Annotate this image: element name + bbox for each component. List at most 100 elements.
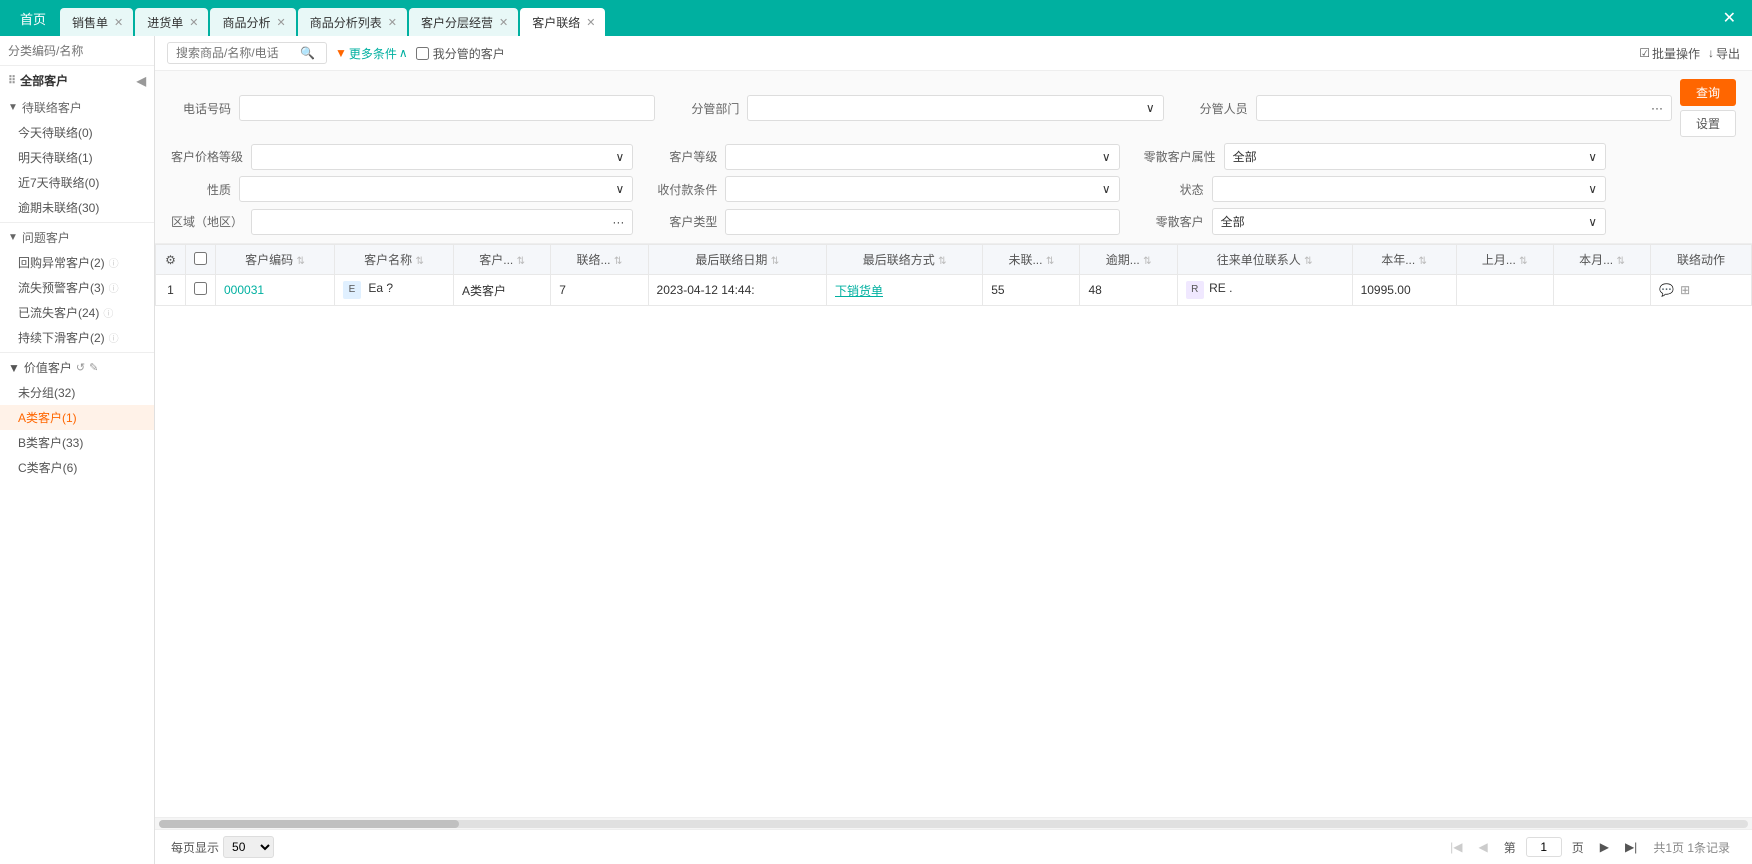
tab-analysis[interactable]: 商品分析 ✕	[210, 8, 295, 36]
last-method-link[interactable]: 下销货单	[835, 284, 883, 298]
tab-analysis-close[interactable]: ✕	[277, 16, 286, 29]
edit-icon[interactable]: ✎	[89, 361, 98, 374]
tab-analysis-list[interactable]: 商品分析列表 ✕	[298, 8, 407, 36]
sidebar-item-churn-warning[interactable]: 流失预警客户(3) ⓘ	[0, 275, 154, 300]
sidebar-item-overdue[interactable]: 逾期未联络(30)	[0, 195, 154, 220]
tab-purchase-close[interactable]: ✕	[189, 16, 198, 29]
select-all-checkbox[interactable]	[194, 252, 207, 265]
col-last-method[interactable]: 最后联络方式 ⇅	[827, 245, 983, 275]
tab-sales-close[interactable]: ✕	[114, 16, 123, 29]
export-label: 导出	[1716, 45, 1740, 62]
col-last-month[interactable]: 上月... ⇅	[1456, 245, 1553, 275]
tab-customer-seg-close[interactable]: ✕	[499, 16, 508, 29]
grid-icon[interactable]: ⊞	[1680, 283, 1690, 297]
page-number-input[interactable]	[1526, 837, 1562, 857]
sidebar-item-declining[interactable]: 持续下滑客户(2) ⓘ	[0, 325, 154, 350]
sort-icon-lm: ⇅	[1519, 256, 1527, 267]
row-check[interactable]	[186, 275, 216, 306]
sidebar-item-7days[interactable]: 近7天待联络(0)	[0, 170, 154, 195]
sidebar-all-customers[interactable]: ⠿ 全部客户 ◀	[0, 66, 154, 95]
sidebar-item-c-class[interactable]: C类客户(6)	[0, 455, 154, 480]
sidebar-item-b-class[interactable]: B类客户(33)	[0, 430, 154, 455]
scrollbar-track[interactable]	[159, 820, 1748, 828]
row-code[interactable]: 000031	[216, 275, 335, 306]
retail-attr-select[interactable]: 全部 ∨	[1224, 143, 1606, 170]
price-level-select[interactable]: ∨	[251, 144, 633, 170]
batch-op-button[interactable]: ☑ 批量操作	[1639, 45, 1700, 62]
filter-dept: 分管部门 ∨	[679, 95, 1163, 121]
first-page-btn[interactable]: |◀	[1444, 838, 1468, 856]
tab-customer-seg[interactable]: 客户分层经营 ✕	[409, 8, 518, 36]
payment-select[interactable]: ∨	[725, 176, 1119, 202]
sidebar-item-repurchase-abnormal[interactable]: 回购异常客户(2) ⓘ	[0, 250, 154, 275]
customer-level-select[interactable]: ∨	[725, 144, 1119, 170]
query-button[interactable]: 查询	[1680, 79, 1736, 106]
home-tab[interactable]: 首页	[8, 9, 58, 28]
page-size-label: 每页显示	[171, 839, 219, 856]
customer-type-input[interactable]	[725, 209, 1119, 235]
col-contact[interactable]: 联络... ⇅	[551, 245, 648, 275]
sidebar-group-problem[interactable]: ▼ 问题客户	[0, 225, 154, 250]
my-customers-check[interactable]	[416, 47, 429, 60]
col-no-contact[interactable]: 未联... ⇅	[983, 245, 1080, 275]
customer-level-label: 客户等级	[657, 148, 717, 165]
filter-more-btn[interactable]: ▼ 更多条件 ∧	[335, 45, 408, 62]
phone-input[interactable]	[239, 95, 655, 121]
col-year[interactable]: 本年... ⇅	[1352, 245, 1456, 275]
manager-label: 分管人员	[1188, 100, 1248, 117]
col-gear[interactable]: ⚙	[156, 245, 186, 275]
refresh-icon[interactable]: ↺	[76, 361, 85, 374]
row-last-method[interactable]: 下销货单	[827, 275, 983, 306]
table-area: ⚙ 客户编码 ⇅ 客户名称 ⇅ 客户... ⇅ 联络... ⇅ 最后联络日期 ⇅…	[155, 244, 1752, 817]
last-page-btn[interactable]: ▶|	[1619, 838, 1643, 856]
filter-search-input[interactable]	[176, 46, 296, 60]
col-action: 联络动作	[1651, 245, 1752, 275]
setting-button[interactable]: 设置	[1680, 110, 1736, 137]
col-overdue[interactable]: 逾期... ⇅	[1080, 245, 1177, 275]
horizontal-scrollbar[interactable]	[155, 817, 1752, 829]
sidebar-item-tomorrow[interactable]: 明天待联络(1)	[0, 145, 154, 170]
col-last-date[interactable]: 最后联络日期 ⇅	[648, 245, 826, 275]
sidebar-item-ungraded[interactable]: 未分组(32)	[0, 380, 154, 405]
region-select[interactable]: ···	[251, 209, 633, 235]
tab-analysis-list-close[interactable]: ✕	[388, 16, 397, 29]
next-page-btn[interactable]: ▶	[1594, 838, 1615, 856]
col-code[interactable]: 客户编码 ⇅	[216, 245, 335, 275]
retail-customer-select[interactable]: 全部 ∨	[1212, 208, 1606, 235]
nature-select[interactable]: ∨	[239, 176, 633, 202]
table-row: 1 000031 E Ea ? A类客户 7 2023-04-12 14:44:…	[156, 275, 1752, 306]
prev-page-btn[interactable]: ◀	[1472, 838, 1493, 856]
tab-analysis-list-label: 商品分析列表	[310, 14, 382, 31]
sidebar-group-pending[interactable]: ▼ 待联络客户	[0, 95, 154, 120]
retail-customer-value: 全部	[1221, 213, 1245, 230]
filter-search-icon[interactable]: 🔍	[300, 46, 315, 60]
col-contact-person[interactable]: 往来单位联系人 ⇅	[1177, 245, 1352, 275]
filter-status: 状态 ∨	[1144, 176, 1606, 202]
col-name[interactable]: 客户名称 ⇅	[334, 245, 453, 275]
tab-purchase[interactable]: 进货单 ✕	[135, 8, 208, 36]
topbar-close-btn[interactable]: ✕	[1715, 8, 1744, 28]
sidebar-search-input[interactable]	[8, 44, 155, 58]
sidebar-item-today[interactable]: 今天待联络(0)	[0, 120, 154, 145]
tab-customer-contact-close[interactable]: ✕	[586, 16, 595, 29]
sidebar-item-churned[interactable]: 已流失客户(24) ⓘ	[0, 300, 154, 325]
filter-retail-customer: 零散客户 全部 ∨	[1144, 208, 1606, 235]
sidebar-collapse-btn[interactable]: ◀	[137, 74, 146, 88]
today-label: 今天待联络(0)	[18, 124, 93, 141]
manager-select[interactable]: ···	[1256, 95, 1672, 121]
col-this-month[interactable]: 本月... ⇅	[1553, 245, 1650, 275]
dept-select[interactable]: ∨	[747, 95, 1163, 121]
page-size-select[interactable]: 50 100 200	[223, 836, 274, 858]
export-button[interactable]: ↓ 导出	[1708, 45, 1740, 62]
chat-icon[interactable]: 💬	[1659, 283, 1674, 297]
status-select[interactable]: ∨	[1212, 176, 1606, 202]
col-type[interactable]: 客户... ⇅	[453, 245, 550, 275]
tab-customer-contact[interactable]: 客户联络 ✕	[520, 8, 605, 36]
page-size-control: 每页显示 50 100 200	[171, 836, 274, 858]
sidebar-item-a-class[interactable]: A类客户(1)	[0, 405, 154, 430]
my-customers-checkbox[interactable]: 我分管的客户	[416, 45, 505, 62]
sidebar-group-value[interactable]: ▼ 价值客户 ↺ ✎	[0, 355, 154, 380]
scrollbar-thumb[interactable]	[159, 820, 459, 828]
row-checkbox[interactable]	[194, 282, 207, 295]
tab-sales[interactable]: 销售单 ✕	[60, 8, 133, 36]
